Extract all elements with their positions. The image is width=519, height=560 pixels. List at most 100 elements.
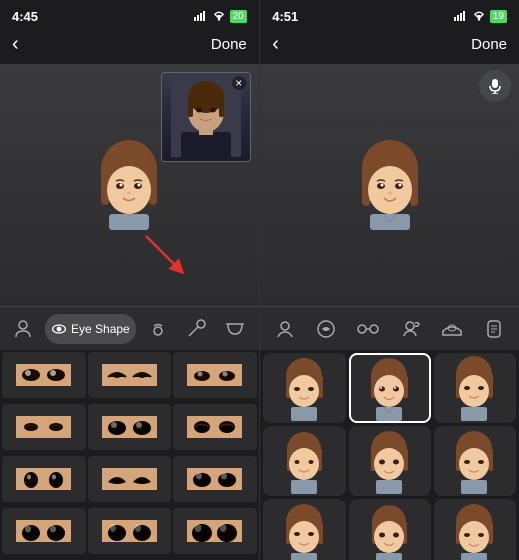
tool-r6[interactable] xyxy=(478,314,510,344)
eyebrow-icon xyxy=(148,321,168,337)
time-left: 4:45 xyxy=(12,9,38,24)
status-icons-right: 19 xyxy=(454,10,507,23)
eye-shape-7 xyxy=(16,468,71,490)
tool-r6-icon xyxy=(484,319,504,339)
eye-shape-9 xyxy=(187,468,242,490)
tool-eye-shape[interactable]: Eye Shape xyxy=(45,314,136,344)
face-small-2 xyxy=(362,356,417,421)
mic-button[interactable] xyxy=(479,70,511,102)
tool-r2-icon xyxy=(316,319,336,339)
eye-cell-1[interactable] xyxy=(2,352,86,398)
tool-r4-icon xyxy=(400,319,420,339)
tool-eyebrow[interactable] xyxy=(142,314,174,344)
eye-cell-5[interactable] xyxy=(88,404,172,450)
avatar-area-right xyxy=(260,64,519,306)
eye-cell-9[interactable] xyxy=(173,456,257,502)
eye-shape-1 xyxy=(16,364,71,386)
face-cell-7[interactable] xyxy=(263,499,345,560)
face-cell-1[interactable] xyxy=(263,353,345,423)
status-bar-right: 4:51 19 xyxy=(260,0,519,28)
face-small-9 xyxy=(447,502,502,560)
toolbar-left: Eye Shape xyxy=(0,306,259,350)
face-grid-right xyxy=(260,350,519,560)
status-icons-left: 20 xyxy=(194,10,247,23)
eye-shape-3 xyxy=(187,364,242,386)
tool-r2[interactable] xyxy=(310,314,342,344)
face-small-8 xyxy=(362,502,417,560)
header-right: ‹ Done xyxy=(260,28,519,64)
face-cell-4[interactable] xyxy=(263,426,345,496)
memoji-avatar-right xyxy=(350,140,430,230)
mic-icon xyxy=(487,78,503,94)
eye-shape-10 xyxy=(16,520,71,542)
eye-cell-8[interactable] xyxy=(88,456,172,502)
done-button-left[interactable]: Done xyxy=(211,36,247,53)
eye-cell-12[interactable] xyxy=(173,508,257,554)
tool-r3[interactable] xyxy=(351,314,385,344)
wifi-icon-right xyxy=(472,11,486,21)
face-cell-9[interactable] xyxy=(434,499,516,560)
tool-r5[interactable] xyxy=(435,314,469,344)
eye-cell-11[interactable] xyxy=(88,508,172,554)
status-bar-left: 4:45 20 xyxy=(0,0,259,28)
eye-cell-6[interactable] xyxy=(173,404,257,450)
camera-close-button[interactable]: × xyxy=(232,76,246,90)
red-arrow xyxy=(141,231,191,281)
person-icon xyxy=(13,319,33,339)
face-small-4 xyxy=(277,429,332,494)
eye-shape-5 xyxy=(102,416,157,438)
wand-icon xyxy=(186,319,206,339)
wifi-icon xyxy=(212,11,226,21)
face-small-1 xyxy=(277,356,332,421)
battery-right: 19 xyxy=(490,10,507,23)
eye-cell-10[interactable] xyxy=(2,508,86,554)
face-cell-2[interactable] xyxy=(349,353,431,423)
face-small-6 xyxy=(447,429,502,494)
time-right: 4:51 xyxy=(272,9,298,24)
tool-r1-icon xyxy=(275,319,295,339)
face-small-7 xyxy=(277,502,332,560)
avatar-bg-right xyxy=(260,64,519,306)
signal-icon xyxy=(194,11,208,21)
face-cell-6[interactable] xyxy=(434,426,516,496)
tool-chin[interactable] xyxy=(218,314,252,344)
back-button-left[interactable]: ‹ xyxy=(12,33,19,56)
camera-person-svg xyxy=(171,77,241,157)
tool-r5-icon xyxy=(441,321,463,337)
tool-wand[interactable] xyxy=(180,314,212,344)
eye-grid-left xyxy=(0,350,259,560)
tool-r4[interactable] xyxy=(394,314,426,344)
eye-shape-label: Eye Shape xyxy=(71,322,130,336)
face-cell-3[interactable] xyxy=(434,353,516,423)
eye-cell-3[interactable] xyxy=(173,352,257,398)
eye-icon xyxy=(51,321,67,337)
battery-left: 20 xyxy=(230,10,247,23)
eye-shape-11 xyxy=(102,520,157,542)
toolbar-right xyxy=(260,306,519,350)
signal-icon-right xyxy=(454,11,468,21)
eye-shape-4 xyxy=(16,416,71,438)
tool-r3-icon xyxy=(357,323,379,335)
avatar-area-left: × xyxy=(0,64,259,306)
right-screen: 4:51 19 ‹ Done xyxy=(260,0,519,560)
eye-shape-12 xyxy=(187,520,242,542)
header-left: ‹ Done xyxy=(0,28,259,64)
eye-shape-6 xyxy=(187,416,242,438)
eye-cell-4[interactable] xyxy=(2,404,86,450)
face-small-5 xyxy=(362,429,417,494)
eye-shape-8 xyxy=(102,468,157,490)
face-small-3 xyxy=(447,356,502,421)
eye-cell-7[interactable] xyxy=(2,456,86,502)
camera-overlay: × xyxy=(161,72,251,162)
done-button-right[interactable]: Done xyxy=(471,36,507,53)
eye-cell-2[interactable] xyxy=(88,352,172,398)
eye-shape-2 xyxy=(102,364,157,386)
tool-person[interactable] xyxy=(7,314,39,344)
memoji-avatar-left xyxy=(89,140,169,230)
face-cell-5[interactable] xyxy=(349,426,431,496)
back-button-right[interactable]: ‹ xyxy=(272,33,279,56)
tool-r1[interactable] xyxy=(269,314,301,344)
face-cell-8[interactable] xyxy=(349,499,431,560)
left-screen: 4:45 20 ‹ Done xyxy=(0,0,260,560)
chin-icon xyxy=(224,322,246,336)
